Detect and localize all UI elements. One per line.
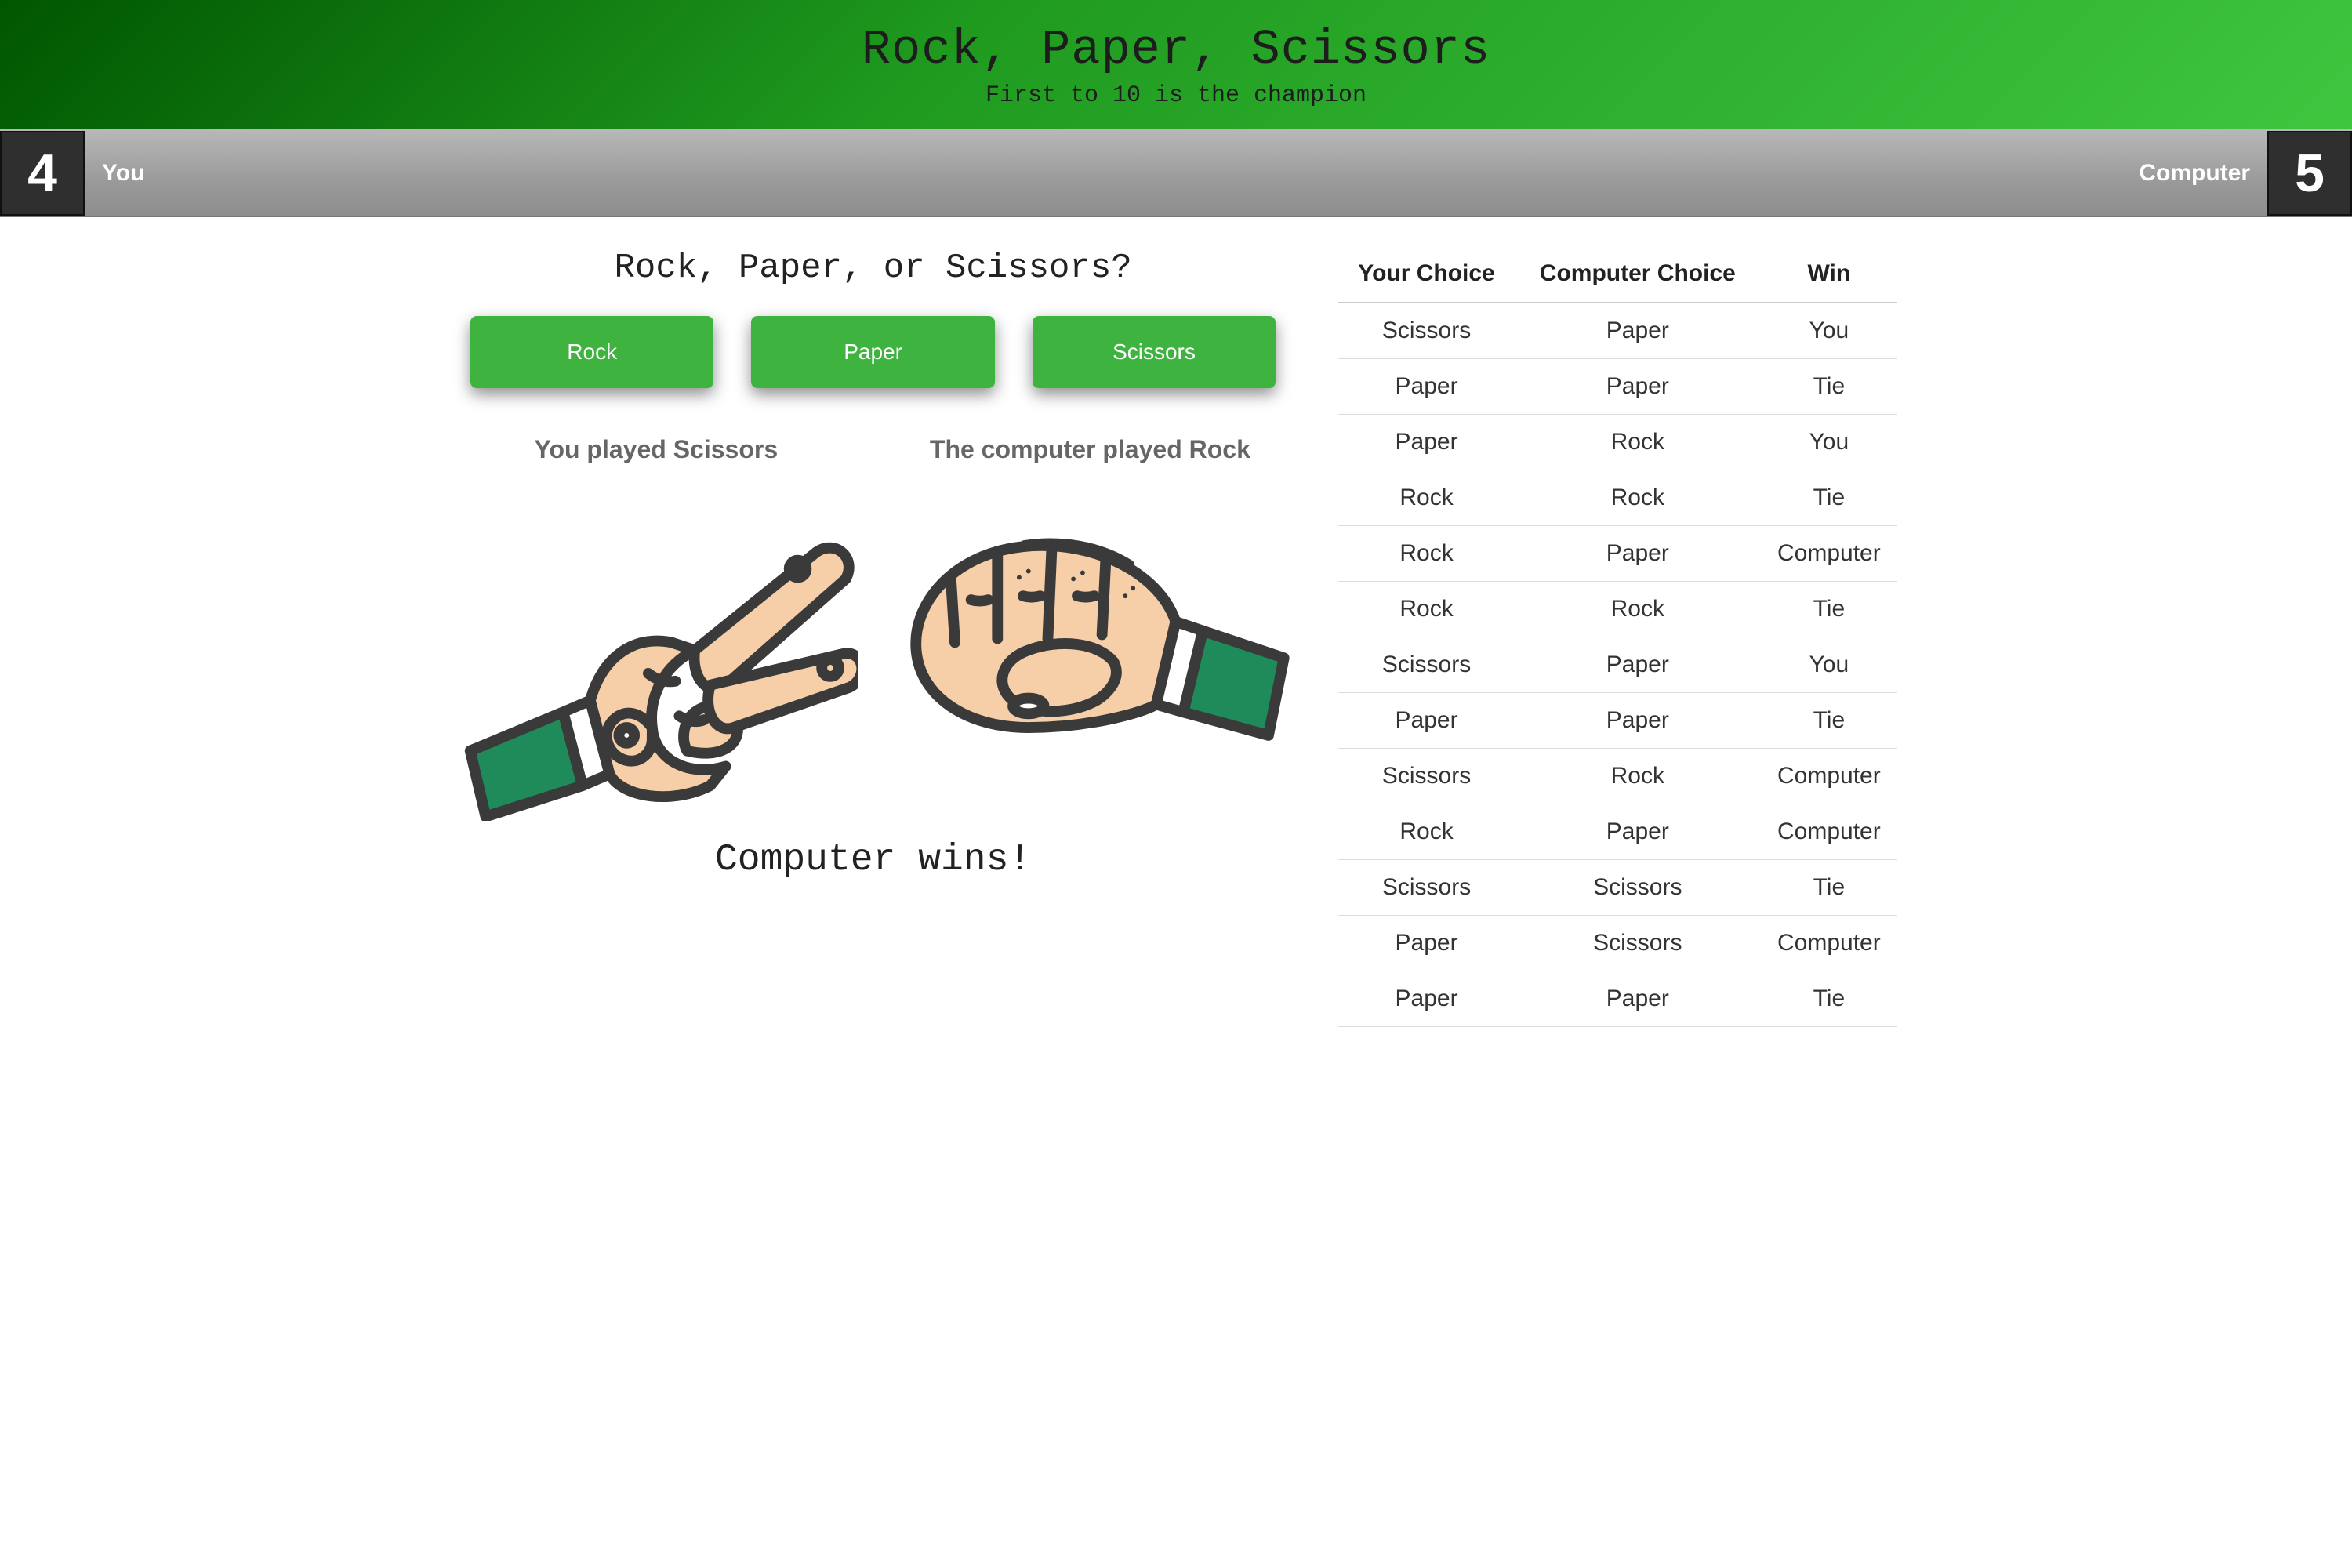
table-row: ScissorsRockComputer xyxy=(1338,749,1897,804)
table-row: RockRockTie xyxy=(1338,470,1897,526)
table-row: PaperPaperTie xyxy=(1338,971,1897,1027)
table-cell: Paper xyxy=(1515,971,1761,1027)
table-cell: Paper xyxy=(1515,359,1761,415)
scissors-hand-icon xyxy=(455,480,858,825)
rock-hand-icon xyxy=(889,480,1292,763)
history-header-your-choice: Your Choice xyxy=(1338,249,1515,303)
score-computer-label: Computer xyxy=(2139,160,2250,187)
table-cell: Paper xyxy=(1338,916,1515,971)
table-cell: Rock xyxy=(1515,470,1761,526)
table-cell: Tie xyxy=(1761,971,1897,1027)
table-cell: Rock xyxy=(1515,582,1761,637)
table-cell: You xyxy=(1761,303,1897,359)
table-cell: Computer xyxy=(1761,916,1897,971)
table-row: PaperPaperTie xyxy=(1338,693,1897,749)
result-text: Computer wins! xyxy=(455,839,1291,881)
paper-button[interactable]: Paper xyxy=(751,316,994,388)
table-row: RockRockTie xyxy=(1338,582,1897,637)
played-row: You played Scissors xyxy=(455,435,1291,825)
score-bar: 4 You Computer 5 xyxy=(0,129,2352,217)
table-cell: Computer xyxy=(1761,749,1897,804)
table-cell: Scissors xyxy=(1338,637,1515,693)
table-cell: Scissors xyxy=(1338,860,1515,916)
table-cell: Tie xyxy=(1761,359,1897,415)
table-cell: Rock xyxy=(1515,415,1761,470)
play-area: Rock, Paper, or Scissors? Rock Paper Sci… xyxy=(455,249,1291,1027)
table-row: PaperPaperTie xyxy=(1338,359,1897,415)
table-cell: You xyxy=(1761,415,1897,470)
table-cell: Rock xyxy=(1338,526,1515,582)
table-cell: Paper xyxy=(1338,415,1515,470)
choice-buttons: Rock Paper Scissors xyxy=(455,316,1291,388)
table-cell: Scissors xyxy=(1338,749,1515,804)
table-cell: Paper xyxy=(1515,637,1761,693)
history-header-computer-choice: Computer Choice xyxy=(1515,249,1761,303)
score-computer-value: 5 xyxy=(2267,131,2352,216)
computer-played-label: The computer played Rock xyxy=(889,435,1292,464)
table-row: PaperScissorsComputer xyxy=(1338,916,1897,971)
table-row: RockPaperComputer xyxy=(1338,526,1897,582)
table-row: ScissorsScissorsTie xyxy=(1338,860,1897,916)
score-computer-group: Computer 5 xyxy=(2122,131,2352,216)
table-cell: Rock xyxy=(1338,470,1515,526)
table-row: ScissorsPaperYou xyxy=(1338,303,1897,359)
history-panel: Your Choice Computer Choice Win Scissors… xyxy=(1338,249,1897,1027)
table-cell: Paper xyxy=(1515,303,1761,359)
table-cell: Scissors xyxy=(1338,303,1515,359)
table-cell: Tie xyxy=(1761,582,1897,637)
score-you-value: 4 xyxy=(0,131,85,216)
table-cell: Paper xyxy=(1338,693,1515,749)
table-cell: Computer xyxy=(1761,804,1897,860)
table-cell: Paper xyxy=(1338,359,1515,415)
choice-prompt: Rock, Paper, or Scissors? xyxy=(455,249,1291,288)
table-cell: Paper xyxy=(1338,971,1515,1027)
table-cell: Scissors xyxy=(1515,916,1761,971)
header-banner: Rock, Paper, Scissors First to 10 is the… xyxy=(0,0,2352,129)
scissors-button[interactable]: Scissors xyxy=(1033,316,1276,388)
score-you-label: You xyxy=(102,160,144,187)
you-played-label: You played Scissors xyxy=(455,435,858,464)
table-row: PaperRockYou xyxy=(1338,415,1897,470)
table-cell: Computer xyxy=(1761,526,1897,582)
table-cell: Rock xyxy=(1338,804,1515,860)
table-cell: Tie xyxy=(1761,693,1897,749)
page-subtitle: First to 10 is the champion xyxy=(0,82,2352,109)
history-header-win: Win xyxy=(1761,249,1897,303)
table-cell: Paper xyxy=(1515,526,1761,582)
score-you-group: 4 You xyxy=(0,131,162,216)
main-content: Rock, Paper, or Scissors? Rock Paper Sci… xyxy=(408,217,1944,1074)
table-row: ScissorsPaperYou xyxy=(1338,637,1897,693)
page-title: Rock, Paper, Scissors xyxy=(0,22,2352,78)
table-cell: Tie xyxy=(1761,860,1897,916)
table-cell: You xyxy=(1761,637,1897,693)
table-cell: Tie xyxy=(1761,470,1897,526)
table-cell: Scissors xyxy=(1515,860,1761,916)
table-cell: Paper xyxy=(1515,693,1761,749)
computer-played-col: The computer played Rock xyxy=(889,435,1292,825)
table-cell: Rock xyxy=(1338,582,1515,637)
rock-button[interactable]: Rock xyxy=(470,316,713,388)
table-cell: Rock xyxy=(1515,749,1761,804)
table-cell: Paper xyxy=(1515,804,1761,860)
history-table: Your Choice Computer Choice Win Scissors… xyxy=(1338,249,1897,1027)
table-row: RockPaperComputer xyxy=(1338,804,1897,860)
you-played-col: You played Scissors xyxy=(455,435,858,825)
